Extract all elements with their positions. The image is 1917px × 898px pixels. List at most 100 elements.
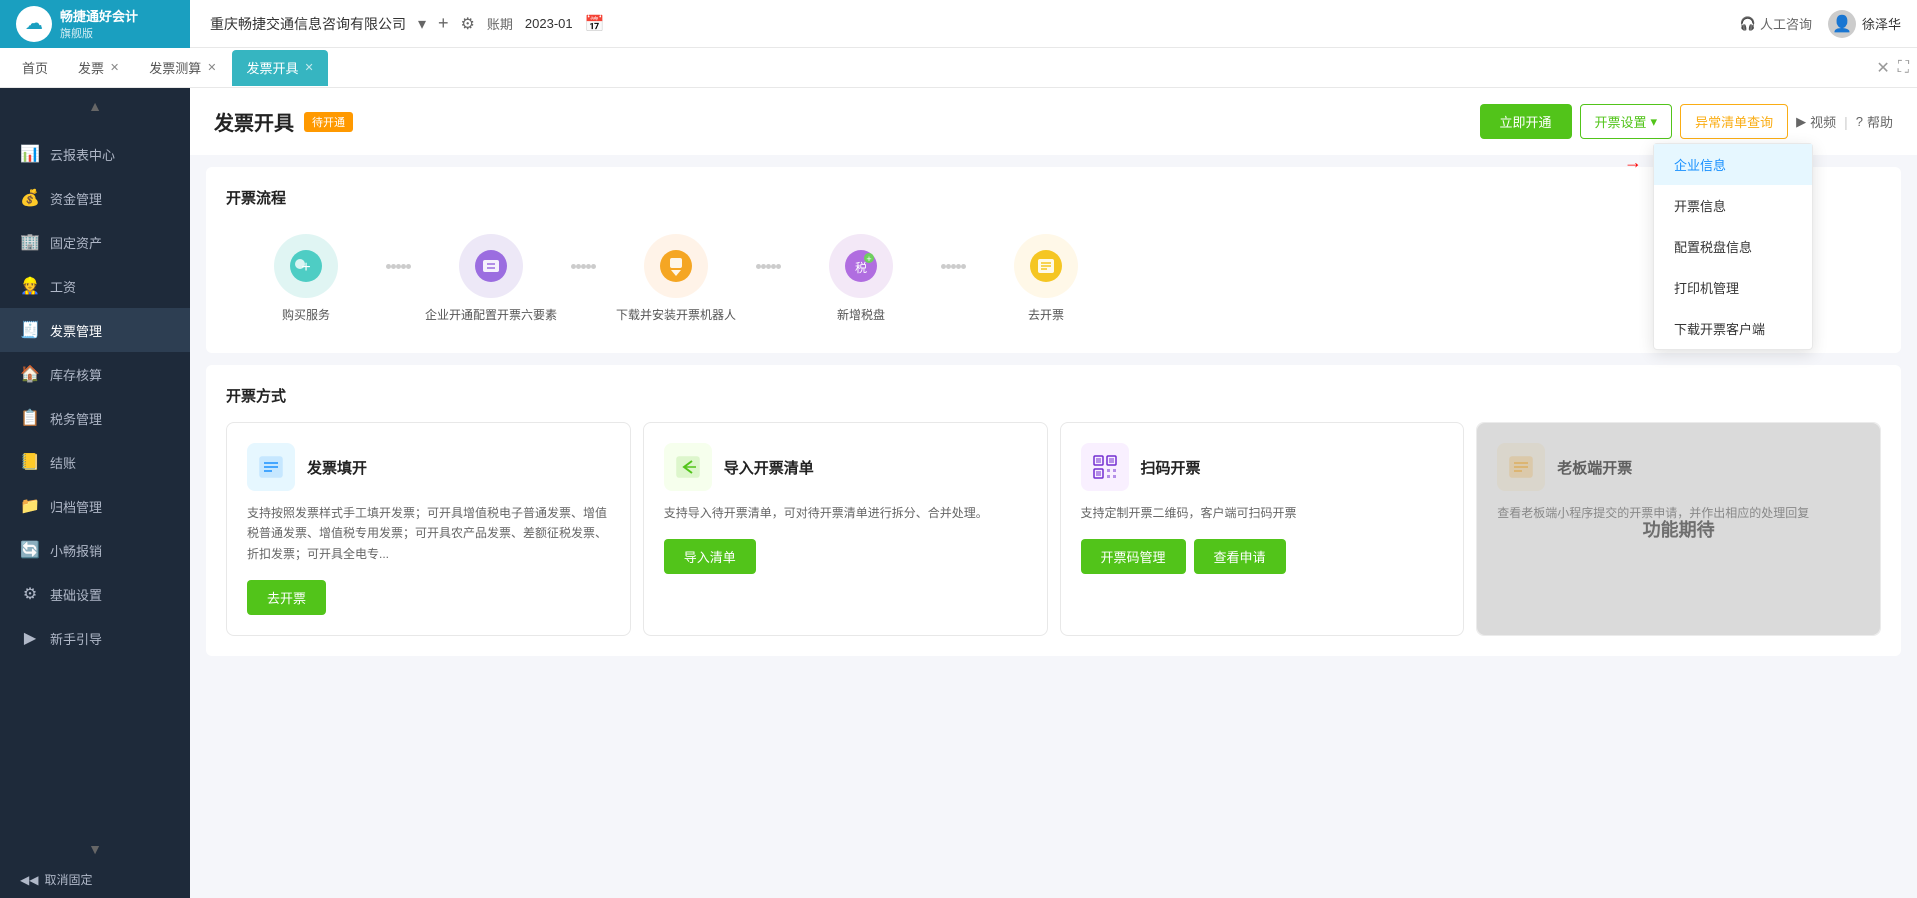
page-title-area: 发票开具 待开通	[214, 107, 353, 136]
tax-disk-label: 配置税盘信息	[1674, 237, 1752, 256]
scroll-down-icon[interactable]: ▼	[0, 837, 190, 861]
tab-expand-button[interactable]: ⛶	[1898, 59, 1909, 77]
flow-section: 开票流程 + 购买服务 企业开通配置	[206, 167, 1901, 353]
settings-nav-label: 基础设置	[50, 585, 102, 604]
sidebar-item-guide[interactable]: ▶ 新手引导	[0, 616, 190, 660]
main-content: 发票开具 待开通 立即开通 开票设置 ▾ 异常清单查询 ▶ 视频 | ? 帮助	[190, 88, 1917, 898]
method-fill-desc: 支持按照发票样式手工填开发票；可开具增值税电子普通发票、增值税普通发票、增值税专…	[247, 503, 610, 564]
abnormal-button[interactable]: 异常清单查询	[1680, 104, 1788, 139]
salary-icon: 👷	[20, 276, 40, 296]
activate-button[interactable]: 立即开通	[1480, 104, 1572, 139]
user-info[interactable]: 👤 徐泽华	[1828, 10, 1901, 38]
tab-home-label: 首页	[22, 58, 48, 77]
dropdown-item-company[interactable]: 企业信息 →	[1654, 144, 1812, 185]
method-qr-icon	[1081, 443, 1129, 491]
method-import-header: 导入开票清单	[664, 443, 1027, 491]
company-info-label: 企业信息	[1674, 155, 1726, 174]
tab-home[interactable]: 首页	[8, 50, 62, 86]
sidebar-item-finance[interactable]: 💰 资金管理	[0, 176, 190, 220]
settings-button[interactable]: 开票设置 ▾	[1580, 104, 1673, 139]
salary-label: 工资	[50, 277, 76, 296]
header-actions: 立即开通 开票设置 ▾ 异常清单查询 ▶ 视频 | ? 帮助	[1480, 104, 1893, 139]
headset-icon: 🎧	[1740, 16, 1756, 32]
invoice-info-label: 开票信息	[1674, 196, 1726, 215]
finance-label: 资金管理	[50, 189, 102, 208]
help-button[interactable]: ? 帮助	[1856, 112, 1893, 131]
method-fill-header: 发票填开	[247, 443, 610, 491]
methods-title: 开票方式	[226, 385, 1881, 406]
tab-invoice-open[interactable]: 发票开具 ✕	[232, 50, 327, 86]
sidebar-item-invoice[interactable]: 🧾 发票管理	[0, 308, 190, 352]
flow-label-5: 去开票	[1028, 306, 1064, 323]
sidebar-item-tax[interactable]: 📋 税务管理	[0, 396, 190, 440]
import-list-button[interactable]: 导入清单	[664, 539, 756, 574]
settings-button-label: 开票设置	[1595, 112, 1647, 131]
dropdown-item-invoice-info[interactable]: 开票信息	[1654, 185, 1812, 226]
method-qr-title: 扫码开票	[1141, 457, 1201, 478]
logo-icon: ☁	[16, 6, 52, 42]
inventory-label: 库存核算	[50, 365, 102, 384]
sidebar-item-archive[interactable]: 📁 归档管理	[0, 484, 190, 528]
main-layout: ▲ 📊 云报表中心 💰 资金管理 🏢 固定资产 👷 工资 🧾 发票管理	[0, 88, 1917, 898]
guide-icon: ▶	[20, 628, 40, 648]
invoice-icon: 🧾	[20, 320, 40, 340]
consult-label: 人工咨询	[1760, 14, 1812, 33]
sidebar-item-close[interactable]: 📒 结账	[0, 440, 190, 484]
flow-icon-4: 税+	[829, 234, 893, 298]
flow-label-1: 购买服务	[282, 306, 330, 323]
flow-icon-2	[459, 234, 523, 298]
dropdown-item-download[interactable]: 下载开票客户端	[1654, 308, 1812, 349]
close-icon: 📒	[20, 452, 40, 472]
cancel-label: 取消固定	[44, 871, 92, 888]
tab-invoice-open-close[interactable]: ✕	[305, 61, 314, 74]
method-import-icon	[664, 443, 712, 491]
flow-label-4: 新增税盘	[837, 306, 885, 323]
flow-icon-3	[644, 234, 708, 298]
fill-invoice-button[interactable]: 去开票	[247, 580, 326, 615]
sidebar-item-settings[interactable]: ⚙ 基础设置	[0, 572, 190, 616]
flow-step-4: 税+ 新增税盘	[781, 234, 941, 323]
question-icon: ?	[1856, 114, 1863, 129]
scroll-up-icon[interactable]: ▲	[0, 94, 190, 118]
sidebar-item-salary[interactable]: 👷 工资	[0, 264, 190, 308]
dropdown-item-printer[interactable]: 打印机管理	[1654, 267, 1812, 308]
expense-icon: 🔄	[20, 540, 40, 560]
user-name: 徐泽华	[1862, 14, 1901, 33]
tab-invoice-calc[interactable]: 发票测算 ✕	[135, 50, 230, 86]
method-card-qr: 扫码开票 支持定制开票二维码，客户端可扫码开票 开票码管理 查看申请	[1060, 422, 1465, 636]
sidebar-scroll-up[interactable]: ▲	[0, 88, 190, 124]
sidebar-cancel[interactable]: ◀◀ 取消固定	[0, 861, 190, 898]
logo-text-area: 畅捷通好会计 旗舰版	[60, 6, 138, 41]
tax-icon: 📋	[20, 408, 40, 428]
consult-button[interactable]: 🎧 人工咨询	[1740, 14, 1812, 33]
sidebar-item-assets[interactable]: 🏢 固定资产	[0, 220, 190, 264]
settings-icon[interactable]: ⚙	[461, 14, 475, 34]
settings-dropdown: 企业信息 → 开票信息 配置税盘信息 打印机管理 下载开票客户端	[1653, 143, 1813, 350]
dropdown-icon[interactable]: ▾	[418, 14, 426, 34]
tab-close-button[interactable]: ✕	[1876, 58, 1889, 78]
add-button[interactable]: +	[438, 13, 449, 34]
qr-apply-button[interactable]: 查看申请	[1194, 539, 1286, 574]
company-name: 重庆畅捷交通信息咨询有限公司	[210, 14, 406, 34]
tab-invoice-calc-close[interactable]: ✕	[207, 61, 216, 74]
expense-label: 小畅报销	[50, 541, 102, 560]
page-title: 发票开具	[214, 107, 294, 136]
method-import-title: 导入开票清单	[724, 457, 814, 478]
tab-invoice-close[interactable]: ✕	[110, 61, 119, 74]
overlay-badge: 功能期待	[1643, 516, 1715, 542]
flow-connector-2	[571, 264, 596, 269]
flow-step-2: 企业开通配置开票六要素	[411, 234, 571, 323]
tab-invoice-open-label: 发票开具	[246, 58, 298, 77]
tab-invoice[interactable]: 发票 ✕	[64, 50, 133, 86]
cancel-icon: ◀◀	[20, 873, 38, 887]
sidebar-item-expense[interactable]: 🔄 小畅报销	[0, 528, 190, 572]
qr-manage-button[interactable]: 开票码管理	[1081, 539, 1186, 574]
method-boss-overlay: 功能期待	[1477, 423, 1880, 635]
sidebar-item-inventory[interactable]: 🏠 库存核算	[0, 352, 190, 396]
flow-title: 开票流程	[226, 187, 1881, 208]
dropdown-item-tax-disk[interactable]: 配置税盘信息	[1654, 226, 1812, 267]
sidebar-item-reports[interactable]: 📊 云报表中心	[0, 132, 190, 176]
calendar-icon[interactable]: 📅	[585, 14, 605, 34]
video-button[interactable]: ▶ 视频	[1796, 112, 1836, 131]
flow-icon-1: +	[274, 234, 338, 298]
